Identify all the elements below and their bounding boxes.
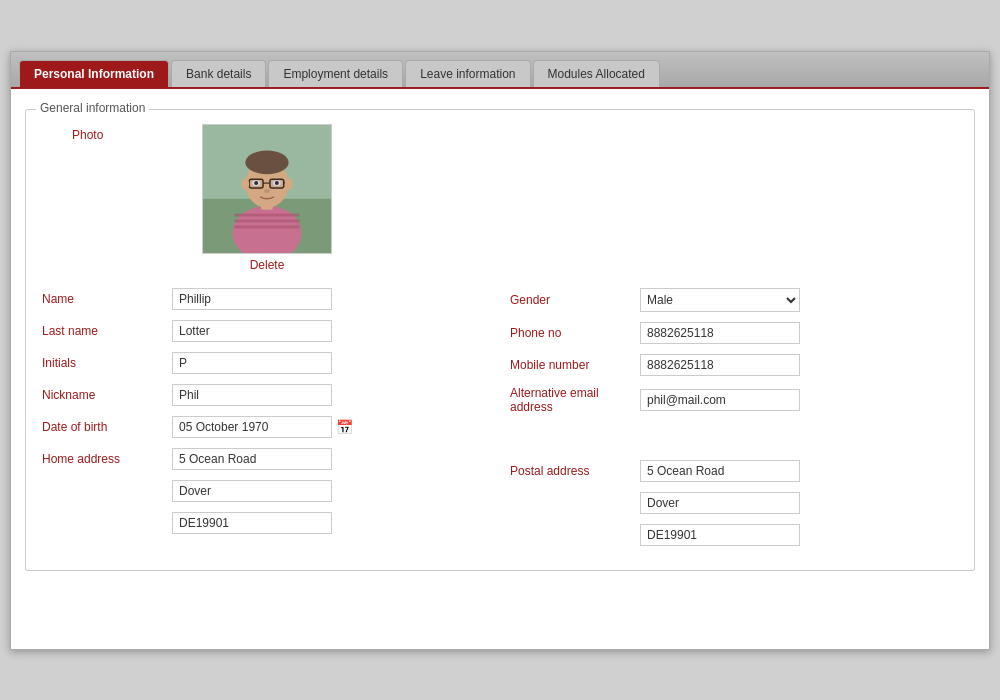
- postaladdress3-row: [510, 524, 958, 546]
- phone-input[interactable]: [640, 322, 800, 344]
- phone-label: Phone no: [510, 326, 640, 340]
- svg-point-20: [241, 178, 249, 190]
- general-information-section: General information Photo: [25, 109, 975, 571]
- postaladdress-label: Postal address: [510, 464, 640, 478]
- right-column: Gender Male Female Other Phone no: [510, 288, 958, 556]
- calendar-icon[interactable]: 📅: [336, 419, 353, 435]
- lastname-row: Last name: [42, 320, 490, 342]
- spacer: [640, 424, 800, 450]
- homeaddress-input[interactable]: [172, 448, 332, 470]
- photo-label: Photo: [42, 124, 202, 142]
- initials-input[interactable]: [172, 352, 332, 374]
- mobile-row: Mobile number: [510, 354, 958, 376]
- homeaddress3-row: [42, 512, 490, 534]
- svg-rect-5: [235, 219, 300, 222]
- postaladdress2-row: [510, 492, 958, 514]
- homeaddress-row: Home address: [42, 448, 490, 470]
- gender-select[interactable]: Male Female Other: [640, 288, 800, 312]
- svg-rect-4: [235, 213, 300, 216]
- mobile-input[interactable]: [640, 354, 800, 376]
- photo-row: Photo: [42, 124, 958, 272]
- svg-point-9: [245, 150, 288, 174]
- gender-row: Gender Male Female Other: [510, 288, 958, 312]
- tab-bank-details[interactable]: Bank details: [171, 60, 266, 87]
- homeaddress2-input[interactable]: [172, 480, 332, 502]
- dob-input[interactable]: [172, 416, 332, 438]
- dob-input-wrap: 📅: [172, 416, 353, 438]
- mobile-label: Mobile number: [510, 358, 640, 372]
- tab-modules-allocated[interactable]: Modules Allocated: [533, 60, 660, 87]
- content-area: General information Photo: [11, 89, 989, 649]
- nickname-row: Nickname: [42, 384, 490, 406]
- section-legend: General information: [36, 101, 149, 115]
- tab-personal-information[interactable]: Personal Information: [19, 60, 169, 87]
- name-input[interactable]: [172, 288, 332, 310]
- dob-row: Date of birth 📅: [42, 416, 490, 438]
- nickname-label: Nickname: [42, 388, 172, 402]
- email-input[interactable]: [640, 389, 800, 411]
- initials-label: Initials: [42, 356, 172, 370]
- name-label: Name: [42, 292, 172, 306]
- svg-point-19: [264, 189, 270, 193]
- homeaddress-label: Home address: [42, 452, 172, 466]
- svg-rect-6: [235, 225, 300, 228]
- dob-label: Date of birth: [42, 420, 172, 434]
- tab-employment-details[interactable]: Employment details: [268, 60, 403, 87]
- tab-leave-information[interactable]: Leave information: [405, 60, 530, 87]
- name-row: Name: [42, 288, 490, 310]
- lastname-input[interactable]: [172, 320, 332, 342]
- postaladdress-input[interactable]: [640, 460, 800, 482]
- phone-row: Phone no: [510, 322, 958, 344]
- homeaddress2-row: [42, 480, 490, 502]
- svg-point-18: [275, 181, 279, 185]
- app-window: Personal Information Bank details Employ…: [10, 51, 990, 650]
- left-column: Name Last name Initials Ni: [42, 288, 490, 556]
- profile-photo: [203, 124, 331, 254]
- nickname-input[interactable]: [172, 384, 332, 406]
- initials-row: Initials: [42, 352, 490, 374]
- homeaddress3-input[interactable]: [172, 512, 332, 534]
- svg-point-21: [285, 178, 293, 190]
- delete-photo-link[interactable]: Delete: [250, 258, 285, 272]
- svg-point-17: [254, 181, 258, 185]
- email-label: Alternative email address: [510, 386, 640, 414]
- postaladdress2-input[interactable]: [640, 492, 800, 514]
- email-row: Alternative email address: [510, 386, 958, 414]
- photo-frame: [202, 124, 332, 254]
- postaladdress3-input[interactable]: [640, 524, 800, 546]
- lastname-label: Last name: [42, 324, 172, 338]
- form-section: Name Last name Initials Ni: [42, 288, 958, 556]
- photo-content: Delete: [202, 124, 332, 272]
- tab-bar: Personal Information Bank details Employ…: [11, 52, 989, 89]
- spacer-row: [510, 424, 958, 450]
- postaladdress-row: Postal address: [510, 460, 958, 482]
- gender-label: Gender: [510, 293, 640, 307]
